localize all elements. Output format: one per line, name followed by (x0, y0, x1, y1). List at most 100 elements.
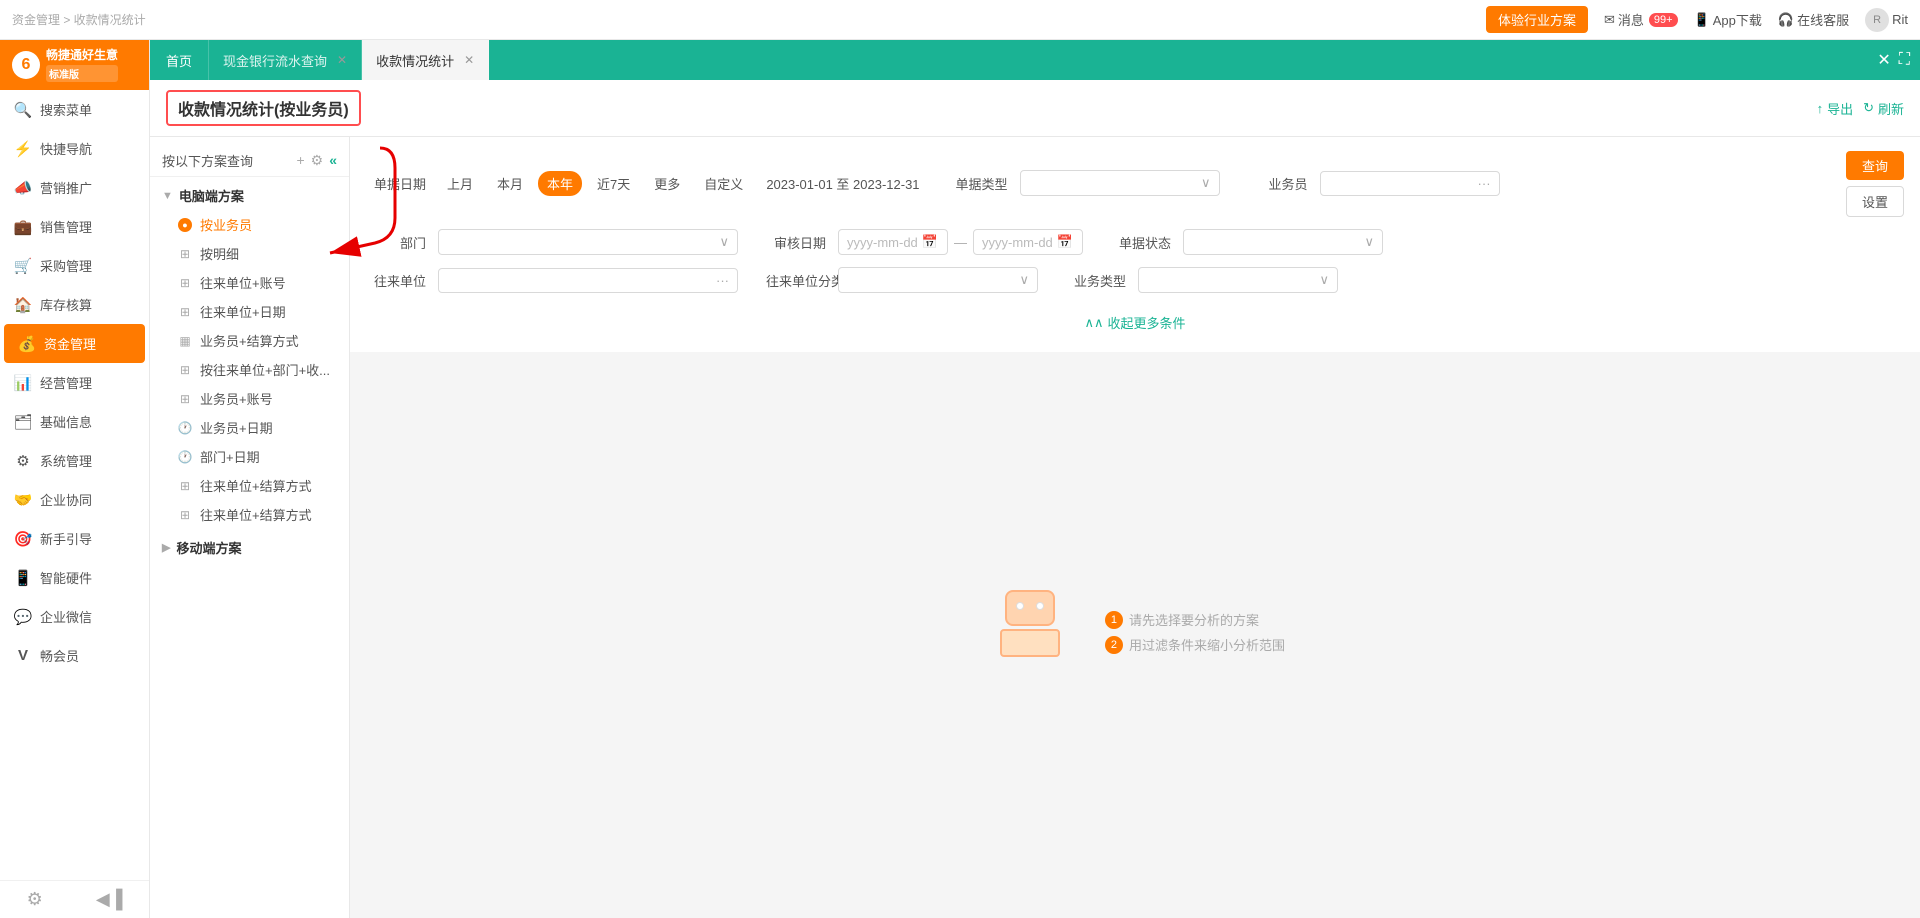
date-shortcut-this-month[interactable]: 本月 (488, 171, 532, 196)
date-shortcut-custom[interactable]: 自定义 (695, 171, 752, 196)
app-download-group[interactable]: 📱 App下载 (1694, 10, 1762, 29)
schema-item-unit-date[interactable]: ⊞ 往来单位+日期 (150, 297, 349, 326)
tab-receipt-stats[interactable]: 收款情况统计 ✕ (362, 40, 489, 80)
salesman-more-icon[interactable]: ··· (1478, 176, 1491, 191)
schema-dept-date-icon: 🕐 (178, 450, 192, 464)
date-separator: — (954, 235, 967, 250)
schema-item-by-salesman[interactable]: ● 按业务员 (150, 210, 349, 239)
voucher-status-select[interactable]: ∨ (1183, 229, 1383, 255)
counterpart-more[interactable]: ··· (716, 273, 729, 288)
sidebar-item-system[interactable]: ⚙ 系统管理 (0, 441, 149, 480)
date-shortcut-more[interactable]: 更多 (645, 171, 689, 196)
sidebar-item-marketing[interactable]: 📣 营销推广 (0, 168, 149, 207)
user-avatar: R (1865, 8, 1889, 32)
calendar-from-icon: 📅 (922, 234, 938, 250)
date-shortcut-this-year[interactable]: 本年 (538, 171, 582, 196)
filter-row-1: 单据日期 上月 本月 本年 近7天 更多 自定义 2023-01-01 至 20… (366, 149, 1904, 217)
counterpart-category-select[interactable]: ∨ (838, 267, 1038, 293)
sidebar-item-newbie[interactable]: 🎯 新手引导 (0, 519, 149, 558)
business-type-arrow: ∨ (1319, 272, 1329, 288)
export-button[interactable]: ↑ 导出 (1817, 99, 1854, 118)
schema-section-pc: ▼ 电脑端方案 ● 按业务员 ⊞ 按明细 ⊞ 往来单位+账号 (150, 181, 349, 529)
sidebar-label-sales: 销售管理 (40, 217, 92, 236)
mobile-section-arrow: ▶ (162, 541, 170, 554)
operation-icon: 📊 (14, 374, 32, 392)
tab-bar: 首页 现金银行流水查询 ✕ 收款情况统计 ✕ ✕ ⛶ (150, 40, 1920, 80)
add-schema-icon[interactable]: + (296, 152, 304, 169)
settings-bottom-icon[interactable]: ⚙ (27, 889, 43, 910)
business-type-select[interactable]: ∨ (1138, 267, 1338, 293)
smart-hw-icon: 📱 (14, 569, 32, 587)
sidebar-item-search-menu[interactable]: 🔍 搜索菜单 (0, 90, 149, 129)
schema-item-salesman-date[interactable]: 🕐 业务员+日期 (150, 413, 349, 442)
tab-home[interactable]: 首页 (150, 40, 209, 80)
tab-bank-flow[interactable]: 现金银行流水查询 ✕ (209, 40, 362, 80)
date-shortcut-7days[interactable]: 近7天 (588, 171, 639, 196)
sidebar-item-enterprise-wx[interactable]: 💬 企业微信 (0, 597, 149, 636)
online-service-group[interactable]: 🎧 在线客服 (1778, 10, 1849, 29)
date-range-display: 2023-01-01 至 2023-12-31 (766, 174, 919, 193)
voucher-type-arrow: ∨ (1201, 175, 1211, 191)
purchase-icon: 🛒 (14, 257, 32, 275)
review-date-from-placeholder: yyyy-mm-dd (847, 235, 918, 250)
setting-schema-icon[interactable]: ⚙ (311, 152, 324, 169)
salesman-select[interactable]: ··· (1320, 171, 1500, 196)
tab-receipt-stats-close[interactable]: ✕ (464, 53, 474, 67)
top-bar: 资金管理 > 收款情况统计 体验行业方案 ✉ 消息 99+ 📱 App下载 🎧 … (0, 0, 1920, 40)
review-date-from[interactable]: yyyy-mm-dd 📅 (838, 229, 948, 255)
sidebar-item-purchase[interactable]: 🛒 采购管理 (0, 246, 149, 285)
schema-item-dept-date[interactable]: 🕐 部门+日期 (150, 442, 349, 471)
counterpart-select[interactable]: ··· (438, 268, 738, 293)
collapse-sidebar-icon[interactable]: ◀▐ (96, 889, 123, 910)
schema-salesman-account-icon: ⊞ (178, 392, 192, 406)
schema-item-unit-account[interactable]: ⊞ 往来单位+账号 (150, 268, 349, 297)
schema-item-unit-settle2[interactable]: ⊞ 往来单位+结算方式 (150, 500, 349, 529)
sidebar-item-member[interactable]: V 畅会员 (0, 636, 149, 675)
sidebar-item-operation[interactable]: 📊 经营管理 (0, 363, 149, 402)
messages-icon-group[interactable]: ✉ 消息 99+ (1604, 10, 1678, 29)
trial-button[interactable]: 体验行业方案 (1486, 6, 1588, 33)
voucher-type-select[interactable]: ∨ (1020, 170, 1220, 196)
step2-num: 2 (1105, 636, 1123, 654)
sidebar-item-enterprise[interactable]: 🤝 企业协同 (0, 480, 149, 519)
query-button[interactable]: 查询 (1846, 151, 1904, 180)
schema-item-detail[interactable]: ⊞ 按明细 (150, 239, 349, 268)
collapse-schema-icon[interactable]: « (329, 152, 337, 169)
sidebar-item-sales[interactable]: 💼 销售管理 (0, 207, 149, 246)
mobile-section-label: 移动端方案 (176, 538, 241, 557)
schema-item-salesman-settle[interactable]: ▦ 业务员+结算方式 (150, 326, 349, 355)
step2-text: 用过滤条件来缩小分析范围 (1129, 635, 1285, 654)
message-icon: ✉ (1604, 12, 1615, 28)
sidebar-item-smart-hw[interactable]: 📱 智能硬件 (0, 558, 149, 597)
tab-expand-icon[interactable]: ⛶ (1899, 51, 1910, 69)
schema-item-unit-settle1[interactable]: ⊞ 往来单位+结算方式 (150, 471, 349, 500)
sidebar-label-newbie: 新手引导 (40, 529, 92, 548)
filter-section: 单据日期 上月 本月 本年 近7天 更多 自定义 2023-01-01 至 20… (350, 137, 1920, 352)
review-date-group: yyyy-mm-dd 📅 — yyyy-mm-dd 📅 (838, 229, 1083, 255)
setting-button[interactable]: 设置 (1846, 186, 1904, 217)
collapse-conditions-btn[interactable]: ∧∧ 收起更多条件 (1076, 305, 1193, 340)
content-area: 首页 现金银行流水查询 ✕ 收款情况统计 ✕ ✕ ⛶ 收款情况统计(按业务员) … (150, 40, 1920, 918)
schema-section-pc-title[interactable]: ▼ 电脑端方案 (150, 181, 349, 210)
user-display[interactable]: R Rit (1865, 8, 1908, 32)
review-date-to[interactable]: yyyy-mm-dd 📅 (973, 229, 1083, 255)
refresh-button[interactable]: ↻ 刷新 (1863, 99, 1904, 118)
logo-icon: 6 (12, 51, 40, 79)
tab-close-all-icon[interactable]: ✕ (1877, 50, 1890, 70)
date-shortcut-last-month[interactable]: 上月 (438, 171, 482, 196)
finance-icon: 💰 (18, 335, 36, 353)
schema-item-salesman-account[interactable]: ⊞ 业务员+账号 (150, 384, 349, 413)
sidebar-item-quick-nav[interactable]: ⚡ 快捷导航 (0, 129, 149, 168)
schema-item-unit-dept[interactable]: ⊞ 按往来单位+部门+收... (150, 355, 349, 384)
sidebar-label-purchase: 采购管理 (40, 256, 92, 275)
schema-item-label-10: 往来单位+结算方式 (200, 505, 312, 524)
dept-select[interactable]: ∨ (438, 229, 738, 255)
tab-bank-flow-close[interactable]: ✕ (337, 53, 347, 67)
sidebar-item-inventory[interactable]: 🏠 库存核算 (0, 285, 149, 324)
sidebar-item-basic[interactable]: 🗂 基础信息 (0, 402, 149, 441)
date-shortcut-group: 上月 本月 本年 近7天 更多 自定义 2023-01-01 至 2023-12… (438, 171, 920, 196)
newbie-icon: 🎯 (14, 530, 32, 548)
schema-item-label-6: 业务员+账号 (200, 389, 273, 408)
sidebar-item-finance[interactable]: 💰 资金管理 (4, 324, 145, 363)
schema-section-mobile-title[interactable]: ▶ 移动端方案 (150, 533, 349, 562)
